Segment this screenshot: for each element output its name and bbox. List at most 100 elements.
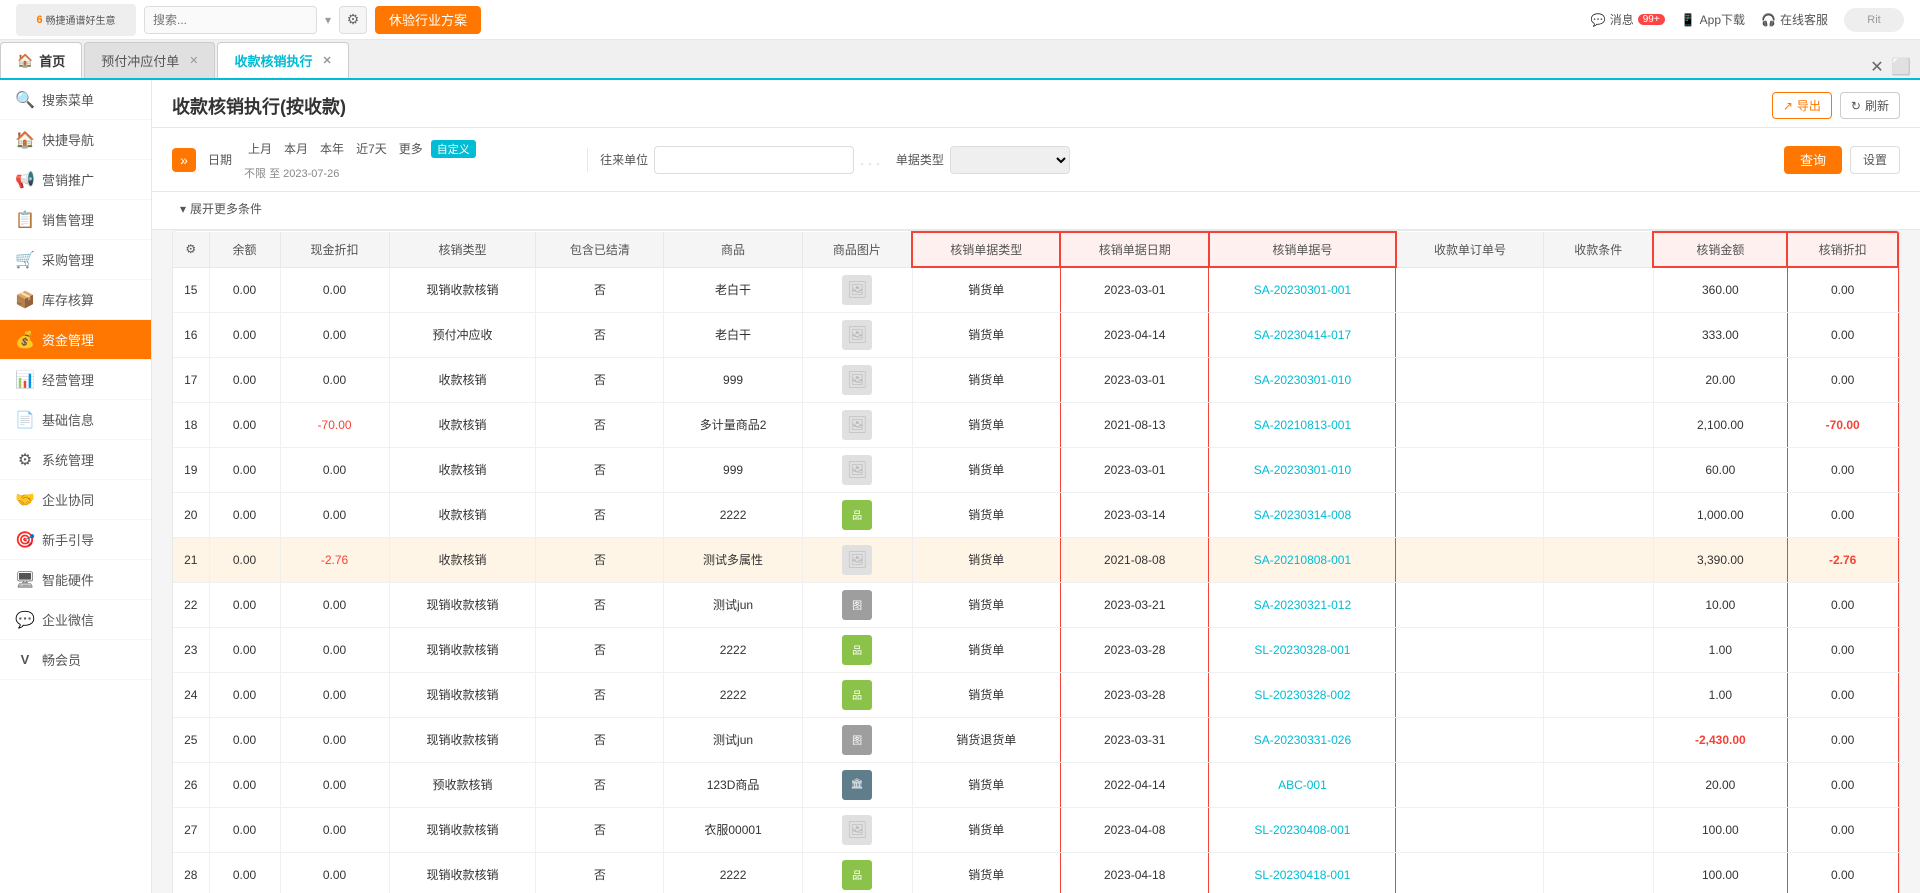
partner-input[interactable] (654, 146, 854, 174)
filter-actions: 查询 设置 (1784, 146, 1900, 174)
voucher-no-cell[interactable]: SL-20230328-001 (1209, 627, 1396, 672)
gear-icon[interactable]: ⚙ (339, 6, 367, 34)
voucher-no-cell[interactable]: SA-20230314-008 (1209, 492, 1396, 537)
balance-cell: 0.00 (209, 537, 280, 582)
writeoff-type-cell: 收款核销 (389, 402, 536, 447)
receipt-cond-cell (1544, 312, 1654, 357)
goods-cell: 多计量商品2 (664, 402, 802, 447)
voucher-type-cell: 销货单 (912, 447, 1060, 492)
maximize-button[interactable]: ⬜ (1890, 56, 1912, 78)
voucher-type-select[interactable] (950, 146, 1070, 174)
table-row: 150.000.00现销收款核销否老白干🖼销货单2023-03-01SA-202… (173, 267, 1898, 312)
sidebar-item-marketing[interactable]: 📢 营销推广 (0, 160, 151, 200)
voucher-no-cell[interactable]: SL-20230408-001 (1209, 807, 1396, 852)
sidebar-item-basics[interactable]: 📄 基础信息 (0, 400, 151, 440)
sidebar-item-finance[interactable]: 💰 资金管理 (0, 320, 151, 360)
sidebar-item-system[interactable]: ⚙ 系统管理 (0, 440, 151, 480)
voucher-no-cell[interactable]: ABC-001 (1209, 762, 1396, 807)
th-voucher-date: 核销单据日期 (1060, 232, 1208, 267)
voucher-no-cell[interactable]: SA-20230301-010 (1209, 357, 1396, 402)
filter-expand-button[interactable]: » (172, 148, 196, 172)
goods-img-cell: 品 (802, 672, 912, 717)
close-icon[interactable]: ✕ (322, 54, 331, 67)
refresh-button[interactable]: ↻ 刷新 (1840, 92, 1900, 119)
search-input[interactable] (144, 6, 317, 34)
row-number: 22 (173, 582, 209, 627)
operations-icon: 📊 (16, 371, 34, 389)
user-avatar[interactable]: Rit (1844, 8, 1904, 32)
query-button[interactable]: 查询 (1784, 146, 1842, 174)
voucher-no-cell[interactable]: SA-20230331-026 (1209, 717, 1396, 762)
sidebar-item-guide[interactable]: 🎯 新手引导 (0, 520, 151, 560)
service-icon: 🎧 (1761, 13, 1776, 27)
date-this-month[interactable]: 本月 (280, 138, 312, 159)
date-custom[interactable]: 自定义 (431, 140, 476, 158)
sidebar-item-vip[interactable]: V 畅会员 (0, 640, 151, 680)
voucher-type-filter-group: 单据类型 (896, 146, 1070, 174)
voucher-date-cell: 2023-04-18 (1060, 852, 1208, 893)
tab-home[interactable]: 🏠 首页 (0, 42, 82, 78)
voucher-no-cell[interactable]: SA-20230414-017 (1209, 312, 1396, 357)
receipt-cond-cell (1544, 357, 1654, 402)
more-dots[interactable]: ... (860, 152, 884, 168)
app-download-button[interactable]: 📱 App下载 (1681, 11, 1745, 28)
chevron-down-icon[interactable]: ▾ (325, 13, 331, 27)
messages-button[interactable]: 💬 消息 99+ (1591, 11, 1665, 28)
voucher-date-cell: 2022-04-14 (1060, 762, 1208, 807)
tab-prepayment[interactable]: 预付冲应付单 ✕ (84, 42, 215, 78)
include-settled-cell: 否 (536, 312, 664, 357)
sidebar-item-search[interactable]: 🔍 搜索菜单 (0, 80, 151, 120)
industry-solution-button[interactable]: 休验行业方案 (375, 6, 481, 34)
voucher-date-cell: 2023-03-01 (1060, 267, 1208, 312)
date-this-year[interactable]: 本年 (316, 138, 348, 159)
voucher-date-cell: 2023-03-14 (1060, 492, 1208, 537)
row-number: 17 (173, 357, 209, 402)
balance-cell: 0.00 (209, 267, 280, 312)
top-bar-actions: 💬 消息 99+ 📱 App下载 🎧 在线客服 Rit (1591, 8, 1904, 32)
voucher-no-cell[interactable]: SA-20210813-001 (1209, 402, 1396, 447)
sidebar-item-purchase[interactable]: 🛒 采购管理 (0, 240, 151, 280)
include-settled-cell: 否 (536, 627, 664, 672)
writeoff-amount-cell: 333.00 (1653, 312, 1787, 357)
sidebar-item-nav[interactable]: 🏠 快捷导航 (0, 120, 151, 160)
balance-cell: 0.00 (209, 447, 280, 492)
cash-discount-cell: 0.00 (280, 582, 389, 627)
voucher-no-cell[interactable]: SA-20230301-001 (1209, 267, 1396, 312)
close-icon[interactable]: ✕ (189, 54, 198, 67)
balance-cell: 0.00 (209, 717, 280, 762)
writeoff-amount-cell: 100.00 (1653, 852, 1787, 893)
export-button[interactable]: ↗ 导出 (1772, 92, 1832, 119)
balance-cell: 0.00 (209, 582, 280, 627)
table-row: 180.00-70.00收款核销否多计量商品2🖼销货单2021-08-13SA-… (173, 402, 1898, 447)
th-settings[interactable]: ⚙ (173, 232, 209, 267)
goods-cell: 999 (664, 357, 802, 402)
tab-writeoff[interactable]: 收款核销执行 ✕ (217, 42, 348, 78)
date-last-month[interactable]: 上月 (244, 138, 276, 159)
sidebar-item-inventory[interactable]: 📦 库存核算 (0, 280, 151, 320)
receipt-order-cell (1396, 402, 1544, 447)
goods-img-cell: 🏛 (802, 762, 912, 807)
sidebar-item-sales[interactable]: 📋 销售管理 (0, 200, 151, 240)
online-service-button[interactable]: 🎧 在线客服 (1761, 11, 1828, 28)
setting-button[interactable]: 设置 (1850, 146, 1900, 174)
voucher-no-cell[interactable]: SA-20210808-001 (1209, 537, 1396, 582)
sidebar-item-collab[interactable]: 🤝 企业协同 (0, 480, 151, 520)
table-row: 280.000.00现销收款核销否2222品销货单2023-04-18SL-20… (173, 852, 1898, 893)
sidebar-item-operations[interactable]: 📊 经营管理 (0, 360, 151, 400)
date-7days[interactable]: 近7天 (352, 138, 391, 159)
goods-img-cell: 🖼 (802, 402, 912, 447)
sidebar-item-hardware[interactable]: 🖥 智能硬件 (0, 560, 151, 600)
sidebar-item-wechat[interactable]: 💬 企业微信 (0, 600, 151, 640)
voucher-type-cell: 销货单 (912, 807, 1060, 852)
writeoff-type-cell: 现销收款核销 (389, 267, 536, 312)
close-window-button[interactable]: ✕ (1866, 56, 1888, 78)
cash-discount-cell: 0.00 (280, 312, 389, 357)
voucher-no-cell[interactable]: SA-20230301-010 (1209, 447, 1396, 492)
voucher-no-cell[interactable]: SL-20230418-001 (1209, 852, 1396, 893)
main-layout: 🔍 搜索菜单 🏠 快捷导航 📢 营销推广 📋 销售管理 🛒 采购管理 📦 库存核… (0, 80, 1920, 893)
voucher-no-cell[interactable]: SL-20230328-002 (1209, 672, 1396, 717)
date-more[interactable]: 更多 (395, 138, 427, 159)
receipt-order-cell (1396, 492, 1544, 537)
expand-more-filters-button[interactable]: ▾ 展开更多条件 (172, 196, 1900, 221)
voucher-no-cell[interactable]: SA-20230321-012 (1209, 582, 1396, 627)
